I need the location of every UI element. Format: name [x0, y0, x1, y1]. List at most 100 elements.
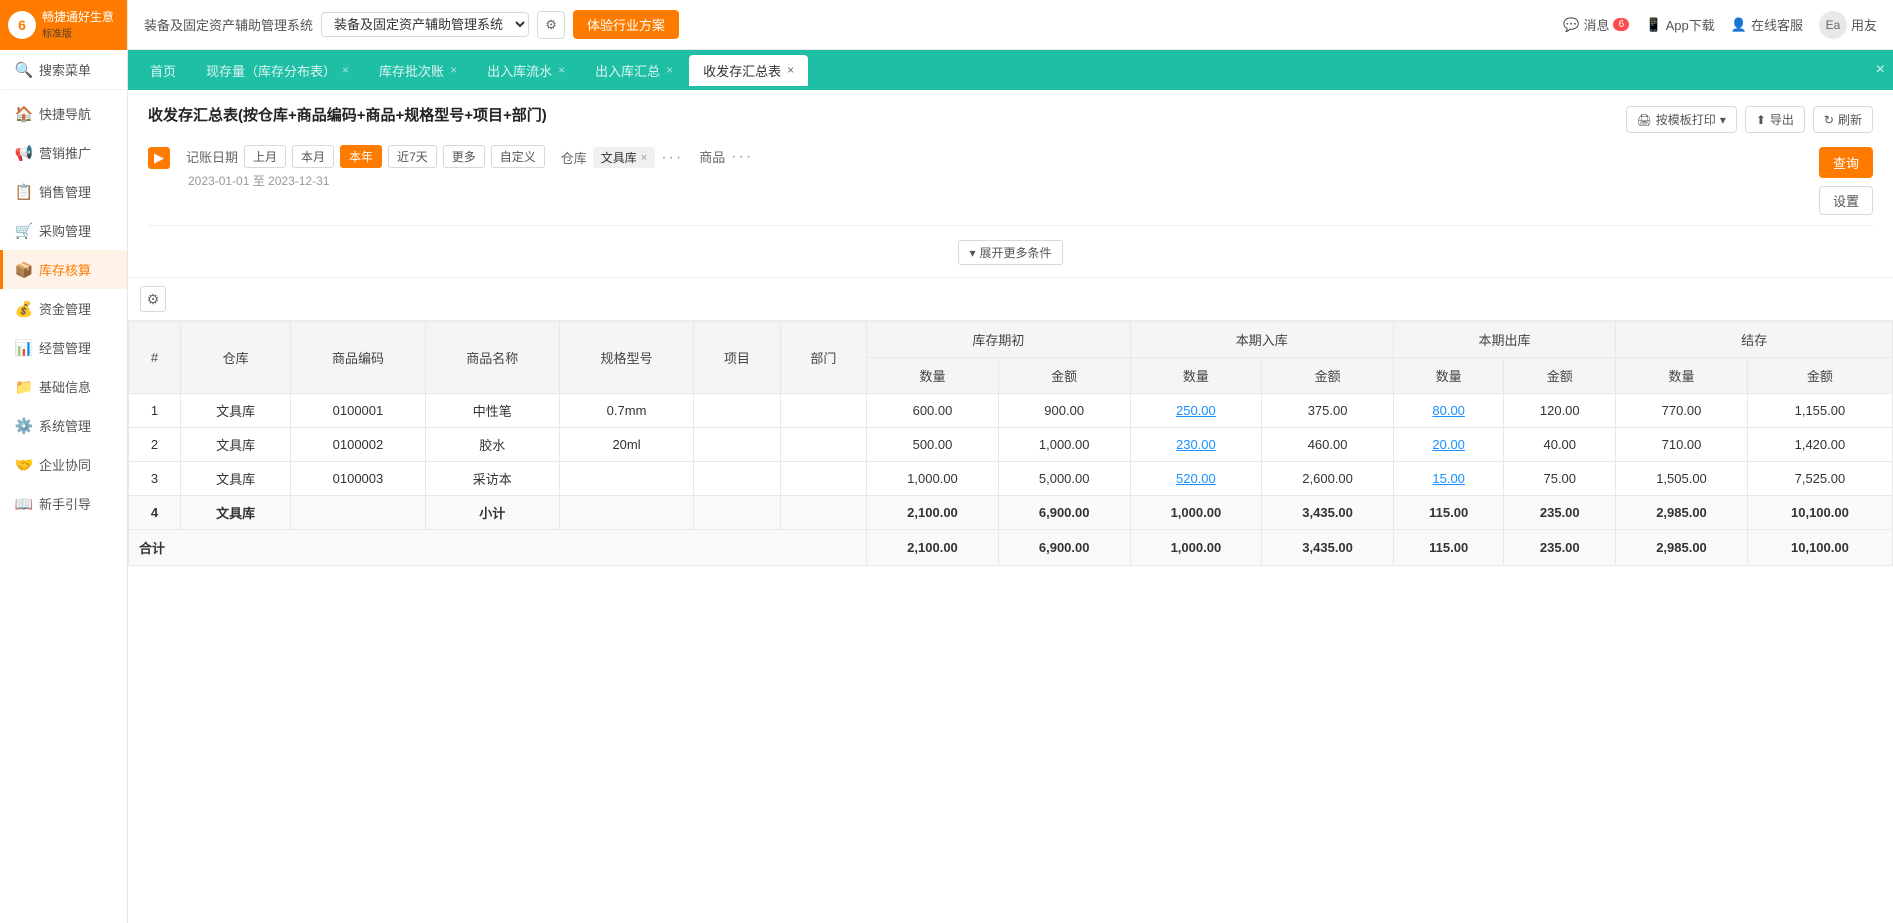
trial-button[interactable]: 体验行业方案 — [573, 10, 679, 39]
warehouse-tag-close[interactable]: × — [641, 152, 647, 164]
user-avatar: Ea — [1819, 11, 1847, 39]
system-icon: ⚙️ — [15, 417, 33, 435]
table-row: 3文具库0100003采访本1,000.005,000.00520.002,60… — [129, 462, 1893, 496]
settings-gear-icon[interactable]: ⚙ — [537, 11, 565, 39]
cell-project — [694, 462, 780, 496]
cell-out-qty[interactable]: 15.00 — [1393, 462, 1503, 496]
sidebar-item-marketing[interactable]: 📢 营销推广 — [0, 133, 127, 172]
th-warehouse: 仓库 — [180, 322, 290, 394]
print-button[interactable]: 🖨 按模板打印 ▾ — [1626, 106, 1737, 133]
th-opening-amt: 金额 — [998, 358, 1130, 394]
system-select[interactable]: 装备及固定资产辅助管理系统 — [321, 12, 529, 37]
sidebar-item-newbie[interactable]: 📖 新手引导 — [0, 484, 127, 523]
cell-balance-amt: 1,155.00 — [1747, 394, 1892, 428]
tab-inout-summary[interactable]: 出入库汇总 × — [581, 55, 687, 86]
cell-project — [694, 496, 780, 530]
refresh-button[interactable]: ↻ 刷新 — [1813, 106, 1873, 133]
table-row: 2文具库0100002胶水20ml500.001,000.00230.00460… — [129, 428, 1893, 462]
sidebar-item-quicknav[interactable]: 🏠 快捷导航 — [0, 94, 127, 133]
app-download-item[interactable]: 📱 App下载 — [1645, 15, 1714, 34]
table-footer: 合计 2,100.00 6,900.00 1,000.00 3,435.00 1… — [129, 530, 1893, 566]
date-btn-this-year[interactable]: 本年 — [340, 145, 382, 168]
date-label: 记账日期 — [186, 147, 238, 166]
th-goods-spec: 规格型号 — [559, 322, 693, 394]
cell-balance-qty: 710.00 — [1616, 428, 1748, 462]
goods-label: 商品 — [699, 147, 725, 166]
cell-opening-qty: 2,100.00 — [867, 496, 999, 530]
th-goods-code: 商品编码 — [291, 322, 425, 394]
sidebar-item-finance[interactable]: 💰 资金管理 — [0, 289, 127, 328]
cell-out-qty[interactable]: 80.00 — [1393, 394, 1503, 428]
tab-close-inout-flow[interactable]: × — [558, 63, 565, 77]
date-btn-more[interactable]: 更多 — [443, 145, 485, 168]
cell-in-qty[interactable]: 250.00 — [1130, 394, 1262, 428]
chevron-down-icon: ▾ — [1720, 113, 1726, 127]
system-title: 装备及固定资产辅助管理系统 — [144, 15, 313, 34]
online-service-item[interactable]: 👤 在线客服 — [1731, 15, 1803, 34]
sidebar-item-inventory[interactable]: 📦 库存核算 — [0, 250, 127, 289]
sidebar-item-sales[interactable]: 📋 销售管理 — [0, 172, 127, 211]
tab-close-inventory-dist[interactable]: × — [342, 63, 349, 77]
sidebar-item-enterprise[interactable]: 🤝 企业协同 — [0, 445, 127, 484]
sidebar-item-system[interactable]: ⚙️ 系统管理 — [0, 406, 127, 445]
filter-bar: ▶ 记账日期 上月 本月 本年 近7天 更多 自定义 2023-01-01 至 … — [148, 145, 1873, 225]
table-toolbar: ⚙ — [128, 278, 1893, 321]
page-title: 收发存汇总表(按仓库+商品编码+商品+规格型号+项目+部门) — [148, 104, 547, 125]
footer-out-qty: 115.00 — [1393, 530, 1503, 566]
cell-opening-qty: 600.00 — [867, 394, 999, 428]
topbar-right: 💬 消息 6 📱 App下载 👤 在线客服 Ea 用友 — [1563, 11, 1877, 39]
cell-balance-qty: 1,505.00 — [1616, 462, 1748, 496]
tab-home[interactable]: 首页 — [136, 55, 190, 86]
date-btn-7days[interactable]: 近7天 — [388, 145, 437, 168]
warehouse-filter: 仓库 文具库 × ··· — [561, 147, 683, 168]
search-menu-item[interactable]: 🔍 搜索菜单 — [0, 50, 127, 90]
cell-in-qty[interactable]: 230.00 — [1130, 428, 1262, 462]
date-filter: 记账日期 上月 本月 本年 近7天 更多 自定义 2023-01-01 至 20… — [186, 145, 545, 189]
marketing-icon: 📢 — [15, 144, 33, 162]
user-item[interactable]: Ea 用友 — [1819, 11, 1877, 39]
basic-icon: 📁 — [15, 378, 33, 396]
goods-dots[interactable]: ··· — [731, 148, 753, 166]
cell-out-amt: 235.00 — [1504, 496, 1616, 530]
query-button[interactable]: 查询 — [1819, 147, 1873, 178]
service-icon: 👤 — [1731, 17, 1747, 33]
cell-out-qty[interactable]: 20.00 — [1393, 428, 1503, 462]
tab-inout-flow[interactable]: 出入库流水 × — [473, 55, 579, 86]
th-balance-amt: 金额 — [1747, 358, 1892, 394]
sidebar-item-purchase[interactable]: 🛒 采购管理 — [0, 211, 127, 250]
warehouse-dots[interactable]: ··· — [661, 149, 683, 167]
expand-conditions-button[interactable]: ▾ 展开更多条件 — [958, 240, 1062, 265]
cell-project — [694, 394, 780, 428]
cell-seq: 2 — [129, 428, 181, 462]
cell-opening-amt: 900.00 — [998, 394, 1130, 428]
message-item[interactable]: 💬 消息 6 — [1563, 15, 1629, 34]
footer-balance-qty: 2,985.00 — [1616, 530, 1748, 566]
page-header: 收发存汇总表(按仓库+商品编码+商品+规格型号+项目+部门) 🖨 按模板打印 ▾… — [128, 90, 1893, 278]
sidebar-item-operations[interactable]: 📊 经营管理 — [0, 328, 127, 367]
export-button[interactable]: ⬆ 导出 — [1745, 106, 1805, 133]
tab-batch[interactable]: 库存批次账 × — [365, 55, 471, 86]
sidebar-item-basic[interactable]: 📁 基础信息 — [0, 367, 127, 406]
date-btn-last-month[interactable]: 上月 — [244, 145, 286, 168]
tabs-close-all[interactable]: × — [1876, 61, 1885, 79]
date-btn-this-month[interactable]: 本月 — [292, 145, 334, 168]
cell-goods-name: 胶水 — [425, 428, 559, 462]
table-config-icon[interactable]: ⚙ — [140, 286, 166, 312]
message-icon: 💬 — [1563, 17, 1579, 33]
home-icon: 🏠 — [15, 105, 33, 123]
cell-opening-amt: 1,000.00 — [998, 428, 1130, 462]
cell-in-qty[interactable]: 520.00 — [1130, 462, 1262, 496]
operations-icon: 📊 — [15, 339, 33, 357]
tab-close-inout-summary[interactable]: × — [666, 63, 673, 77]
tab-close-batch[interactable]: × — [450, 63, 457, 77]
filter-expand-arrow[interactable]: ▶ — [148, 147, 170, 169]
expand-icon: ▾ — [969, 246, 975, 260]
settings-side-button[interactable]: 设置 — [1819, 186, 1873, 215]
tab-receive-summary[interactable]: 收发存汇总表 × — [689, 55, 808, 86]
data-table: # 仓库 商品编码 商品名称 规格型号 项目 部门 库存期初 本期入库 本期出库… — [128, 321, 1893, 566]
date-btn-custom[interactable]: 自定义 — [491, 145, 545, 168]
tab-close-receive-summary[interactable]: × — [787, 63, 794, 77]
th-project: 项目 — [694, 322, 780, 394]
warehouse-tag: 文具库 × — [593, 147, 655, 168]
tab-inventory-dist[interactable]: 现存量（库存分布表） × — [192, 55, 363, 86]
